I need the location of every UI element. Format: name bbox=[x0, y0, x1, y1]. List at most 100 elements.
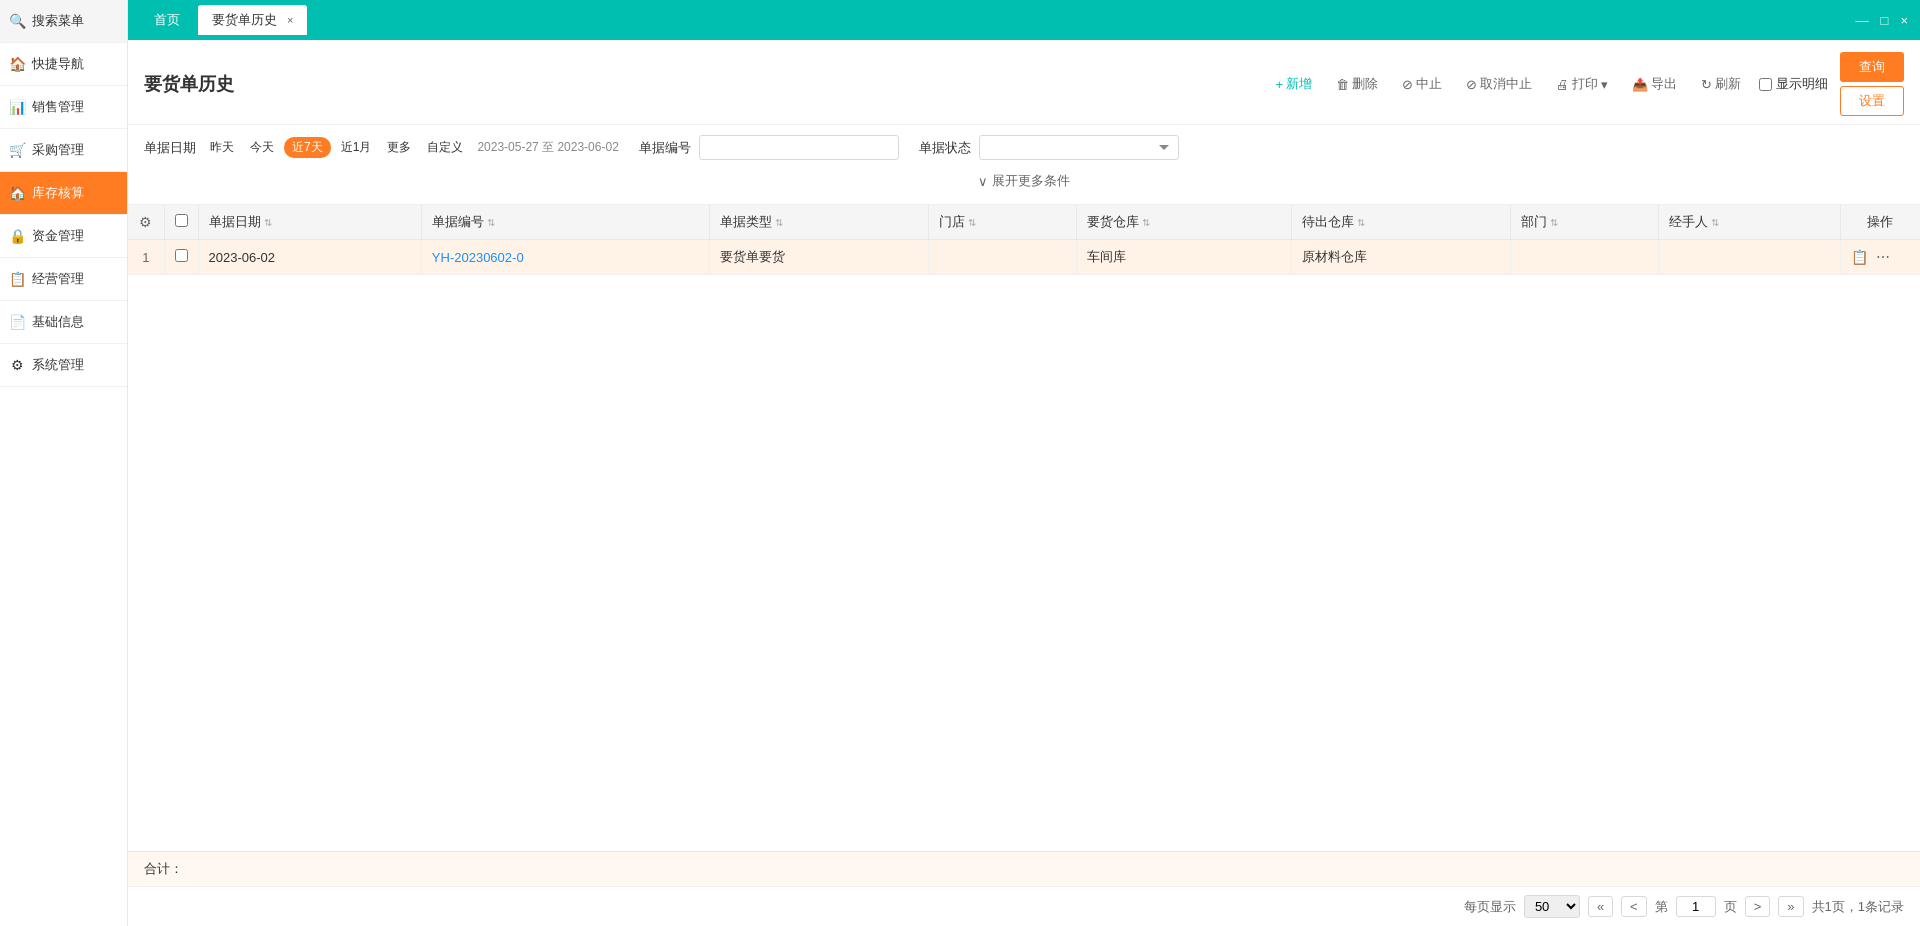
cancel-stop-button[interactable]: ⊘ 取消中止 bbox=[1460, 71, 1538, 97]
col-handler: 经手人 ⇅ bbox=[1659, 205, 1840, 240]
main-area: 首页 要货单历史 × — □ × 要货单历史 + 新增 🗑 删除 bbox=[128, 0, 1920, 926]
col-department-sort[interactable]: 部门 ⇅ bbox=[1521, 213, 1648, 231]
export-label: 导出 bbox=[1651, 75, 1677, 93]
refresh-label: 刷新 bbox=[1715, 75, 1741, 93]
date-btn-custom[interactable]: 自定义 bbox=[421, 137, 469, 158]
col-type-sort[interactable]: 单据类型 ⇅ bbox=[720, 213, 919, 231]
date-btn-yesterday[interactable]: 昨天 bbox=[204, 137, 240, 158]
finance-icon: 🔒 bbox=[8, 227, 26, 245]
cancel-label: 取消中止 bbox=[1480, 75, 1532, 93]
stop-button[interactable]: ⊘ 中止 bbox=[1396, 71, 1448, 97]
sidebar-item-system[interactable]: ⚙ 系统管理 bbox=[0, 344, 127, 387]
tab-close-icon[interactable]: × bbox=[287, 14, 293, 26]
sort-pending-warehouse-icon: ⇅ bbox=[1357, 217, 1365, 228]
select-all-checkbox[interactable] bbox=[175, 214, 188, 227]
page-suffix: 页 bbox=[1724, 898, 1737, 916]
doc-no-input[interactable] bbox=[699, 135, 899, 160]
search-icon: 🔍 bbox=[8, 12, 26, 30]
delete-button[interactable]: 🗑 删除 bbox=[1330, 71, 1384, 97]
col-department-label: 部门 bbox=[1521, 213, 1547, 231]
col-store-sort[interactable]: 门店 ⇅ bbox=[939, 213, 1066, 231]
home-icon: 🏠 bbox=[8, 55, 26, 73]
stop-label: 中止 bbox=[1416, 75, 1442, 93]
row-store bbox=[929, 240, 1077, 275]
sidebar-item-label: 销售管理 bbox=[32, 98, 84, 116]
sort-handler-icon: ⇅ bbox=[1711, 217, 1719, 228]
col-checkbox bbox=[164, 205, 198, 240]
refresh-icon: ↻ bbox=[1701, 77, 1712, 92]
print-icon: 🖨 bbox=[1556, 77, 1569, 92]
sidebar-item-inventory[interactable]: 🏠 库存核算 bbox=[0, 172, 127, 215]
window-close-btn[interactable]: × bbox=[1900, 13, 1908, 28]
window-maximize-btn[interactable]: □ bbox=[1881, 13, 1889, 28]
sidebar-item-operation[interactable]: 📋 经营管理 bbox=[0, 258, 127, 301]
sort-store-icon: ⇅ bbox=[968, 217, 976, 228]
per-page-select[interactable]: 50 100 200 bbox=[1524, 895, 1580, 918]
status-select[interactable] bbox=[979, 135, 1179, 160]
col-type-label: 单据类型 bbox=[720, 213, 772, 231]
col-date-sort[interactable]: 单据日期 ⇅ bbox=[209, 213, 411, 231]
sidebar-item-purchase[interactable]: 🛒 采购管理 bbox=[0, 129, 127, 172]
export-button[interactable]: 📤 导出 bbox=[1626, 71, 1683, 97]
print-button[interactable]: 🖨 打印 ▾ bbox=[1550, 71, 1614, 97]
sidebar-item-label: 经营管理 bbox=[32, 270, 84, 288]
row-num: 1 bbox=[128, 240, 164, 275]
col-date: 单据日期 ⇅ bbox=[198, 205, 421, 240]
col-no: 单据编号 ⇅ bbox=[421, 205, 709, 240]
first-page-button[interactable]: « bbox=[1588, 896, 1613, 917]
refresh-button[interactable]: ↻ 刷新 bbox=[1695, 71, 1747, 97]
cancel-icon: ⊘ bbox=[1466, 77, 1477, 92]
settings-button[interactable]: 设置 bbox=[1840, 86, 1904, 116]
display-detail-toggle[interactable]: 显示明细 bbox=[1759, 75, 1828, 93]
topbar: 首页 要货单历史 × — □ × bbox=[128, 0, 1920, 40]
col-handler-sort[interactable]: 经手人 ⇅ bbox=[1669, 213, 1829, 231]
col-no-sort[interactable]: 单据编号 ⇅ bbox=[432, 213, 699, 231]
sidebar-search[interactable]: 🔍 搜索菜单 bbox=[0, 0, 127, 43]
row-checkbox[interactable] bbox=[175, 249, 188, 262]
page-number-input[interactable] bbox=[1676, 896, 1716, 917]
sort-type-icon: ⇅ bbox=[775, 217, 783, 228]
col-handler-label: 经手人 bbox=[1669, 213, 1708, 231]
tab-active[interactable]: 要货单历史 × bbox=[198, 5, 307, 35]
table-footer: 合计： bbox=[128, 851, 1920, 886]
column-settings-icon[interactable]: ⚙ bbox=[139, 214, 152, 230]
sidebar: 🔍 搜索菜单 🏠 快捷导航 📊 销售管理 🛒 采购管理 🏠 库存核算 🔒 资金管… bbox=[0, 0, 128, 926]
row-no-link[interactable]: YH-20230602-0 bbox=[432, 250, 524, 265]
tab-home[interactable]: 首页 bbox=[140, 5, 194, 35]
date-btn-today[interactable]: 今天 bbox=[244, 137, 280, 158]
topbar-right: — □ × bbox=[1856, 13, 1908, 28]
edit-icon[interactable]: 📋 bbox=[1851, 249, 1868, 265]
doc-no-filter: 单据编号 bbox=[639, 135, 899, 160]
col-req-warehouse-sort[interactable]: 要货仓库 ⇅ bbox=[1087, 213, 1280, 231]
pagination: 每页显示 50 100 200 « < 第 页 > » 共1页，1条记录 bbox=[128, 886, 1920, 926]
window-minimize-btn[interactable]: — bbox=[1856, 13, 1869, 28]
last-page-button[interactable]: » bbox=[1778, 896, 1803, 917]
total-info: 共1页，1条记录 bbox=[1812, 898, 1904, 916]
doc-no-label: 单据编号 bbox=[639, 139, 691, 157]
col-pending-warehouse-sort[interactable]: 待出仓库 ⇅ bbox=[1302, 213, 1501, 231]
col-no-label: 单据编号 bbox=[432, 213, 484, 231]
more-icon[interactable]: ⋯ bbox=[1876, 249, 1890, 265]
page-title: 要货单历史 bbox=[144, 72, 234, 96]
col-req-warehouse: 要货仓库 ⇅ bbox=[1077, 205, 1291, 240]
row-checkbox-cell bbox=[164, 240, 198, 275]
expand-filter-button[interactable]: ∨ 展开更多条件 bbox=[970, 168, 1078, 194]
sidebar-item-basic[interactable]: 📄 基础信息 bbox=[0, 301, 127, 344]
display-detail-checkbox[interactable] bbox=[1759, 78, 1772, 91]
page-prefix: 第 bbox=[1655, 898, 1668, 916]
query-button[interactable]: 查询 bbox=[1840, 52, 1904, 82]
tab-active-label: 要货单历史 bbox=[212, 11, 277, 29]
row-ops: 📋 ⋯ bbox=[1840, 240, 1920, 275]
export-icon: 📤 bbox=[1632, 77, 1648, 92]
date-btn-1month[interactable]: 近1月 bbox=[335, 137, 378, 158]
next-page-button[interactable]: > bbox=[1745, 896, 1771, 917]
col-ops-label: 操作 bbox=[1867, 214, 1893, 229]
add-button[interactable]: + 新增 bbox=[1269, 71, 1318, 97]
date-btn-more[interactable]: 更多 bbox=[381, 137, 417, 158]
prev-page-button[interactable]: < bbox=[1621, 896, 1647, 917]
sidebar-item-quick-nav[interactable]: 🏠 快捷导航 bbox=[0, 43, 127, 86]
sidebar-item-finance[interactable]: 🔒 资金管理 bbox=[0, 215, 127, 258]
date-btn-7days[interactable]: 近7天 bbox=[284, 137, 331, 158]
sidebar-item-sales[interactable]: 📊 销售管理 bbox=[0, 86, 127, 129]
print-dropdown-icon: ▾ bbox=[1601, 77, 1608, 92]
